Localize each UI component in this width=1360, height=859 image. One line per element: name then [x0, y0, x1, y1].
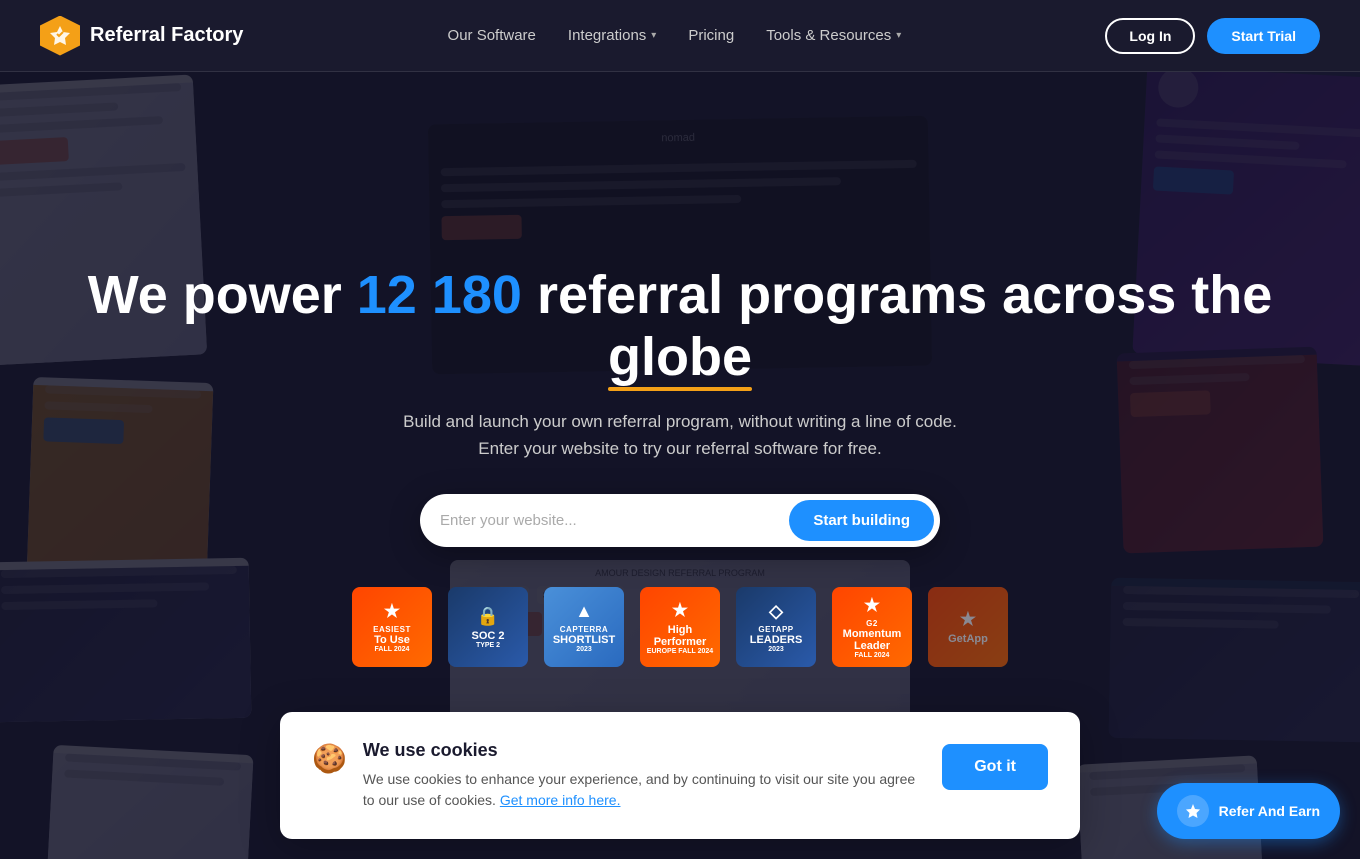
- cookie-icon: 🍪: [312, 742, 347, 775]
- nav-pricing[interactable]: Pricing: [688, 27, 734, 44]
- badge-getapp: ◇ GetApp LEADERS 2023: [736, 587, 816, 667]
- hero-title: We power 12 180 referral programs across…: [20, 264, 1340, 388]
- badge-icon-extra: ★: [960, 609, 976, 630]
- badges-row: ★ Easiest To Use FALL 2024 🔒 SOC 2 TYPE …: [20, 587, 1340, 667]
- badge-icon-capterra: ▲: [575, 601, 593, 622]
- badge-icon-star: ★: [384, 601, 400, 622]
- badge-momentum: ★ G2 Momentum Leader FALL 2024: [832, 587, 912, 667]
- cookie-description: We use cookies to enhance your experienc…: [363, 769, 922, 811]
- login-button[interactable]: Log In: [1105, 18, 1195, 54]
- badge-soc2: 🔒 SOC 2 TYPE 2: [448, 587, 528, 667]
- hero-globe: globe: [608, 327, 752, 387]
- cookie-content: 🍪 We use cookies We use cookies to enhan…: [312, 740, 922, 811]
- navigation: Referral Factory Our Software Integratio…: [0, 0, 1360, 72]
- search-bar: Start building: [420, 494, 940, 547]
- bg-card-4: [46, 745, 253, 859]
- refer-icon: [1177, 795, 1209, 827]
- nav-actions: Log In Start Trial: [1105, 18, 1320, 54]
- badge-icon-getapp: ◇: [769, 601, 783, 622]
- website-input[interactable]: [440, 512, 789, 529]
- nav-links: Our Software Integrations ▾ Pricing Tool…: [448, 27, 902, 44]
- cookie-banner: 🍪 We use cookies We use cookies to enhan…: [280, 712, 1080, 839]
- nav-tools-resources[interactable]: Tools & Resources ▾: [766, 27, 901, 44]
- cookie-actions: Got it: [942, 740, 1048, 790]
- refer-earn-label: Refer And Earn: [1219, 803, 1320, 819]
- start-building-button[interactable]: Start building: [789, 500, 934, 541]
- nav-our-software[interactable]: Our Software: [448, 27, 536, 44]
- badge-icon-lock: 🔒: [477, 606, 499, 627]
- got-it-button[interactable]: Got it: [942, 744, 1048, 790]
- cookie-title: We use cookies: [363, 740, 922, 761]
- badge-capterra: ▲ Capterra SHORTLIST 2023: [544, 587, 624, 667]
- refer-earn-button[interactable]: Refer And Earn: [1157, 783, 1340, 839]
- chevron-down-icon: ▾: [651, 30, 656, 41]
- hero-number: 12 180: [357, 265, 522, 325]
- logo-text: Referral Factory: [90, 24, 243, 47]
- start-trial-button[interactable]: Start Trial: [1207, 18, 1320, 54]
- cookie-text: We use cookies We use cookies to enhance…: [363, 740, 922, 811]
- logo-link[interactable]: Referral Factory: [40, 16, 243, 56]
- cookie-more-info-link[interactable]: Get more info here.: [500, 792, 621, 808]
- hero-content: We power 12 180 referral programs across…: [0, 244, 1360, 688]
- badge-icon-momentum: ★: [864, 595, 880, 616]
- logo-icon: [40, 16, 80, 56]
- badge-icon-star-2: ★: [672, 600, 688, 621]
- badge-g2-easiest: ★ Easiest To Use FALL 2024: [352, 587, 432, 667]
- nav-integrations[interactable]: Integrations ▾: [568, 27, 656, 44]
- chevron-down-icon-2: ▾: [896, 30, 901, 41]
- badge-extra: ★ GetApp: [928, 587, 1008, 667]
- hero-subtitle: Build and launch your own referral progr…: [390, 408, 970, 462]
- badge-g2-high: ★ High Performer Europe FALL 2024: [640, 587, 720, 667]
